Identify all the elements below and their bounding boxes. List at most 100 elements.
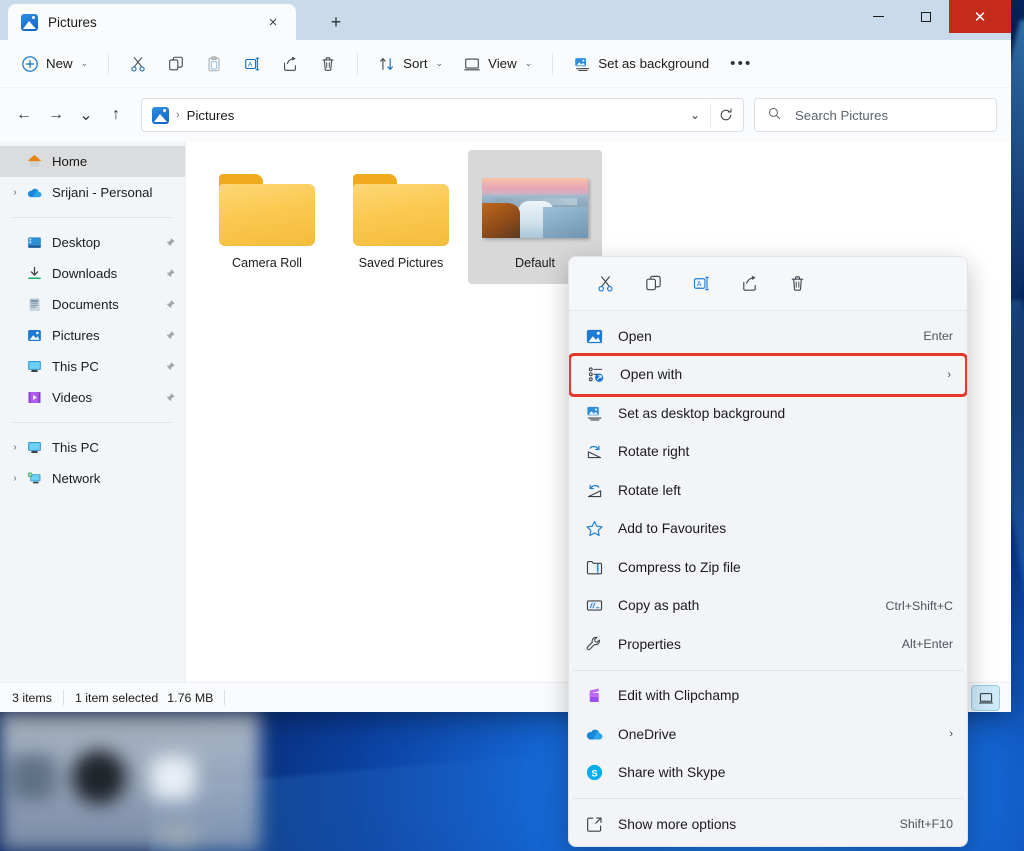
context-menu-item-properties[interactable]: Properties Alt+Enter (569, 625, 967, 664)
sidebar-item-this-pc[interactable]: › This PC (0, 432, 185, 463)
sidebar-item-label: Desktop (52, 235, 101, 250)
set-background-icon (573, 55, 591, 73)
rotate-right-icon (585, 442, 604, 461)
address-history-chevron-icon[interactable]: ⌄ (680, 99, 710, 131)
chevron-right-icon[interactable]: › (947, 369, 951, 381)
breadcrumb-separator: › (176, 109, 180, 121)
close-window-button[interactable]: ✕ (949, 0, 1011, 33)
context-menu-divider (573, 798, 963, 799)
context-menu-item-copy-as-path[interactable]: Copy as path Ctrl+Shift+C (569, 587, 967, 626)
context-menu-item-compress-to-zip[interactable]: Compress to Zip file (569, 548, 967, 587)
more-options-button[interactable]: ••• (720, 55, 762, 72)
share-button[interactable] (272, 48, 308, 80)
pin-icon[interactable] (165, 330, 176, 341)
sort-button[interactable]: Sort ⌄ (369, 48, 452, 80)
large-icons-view-icon[interactable] (971, 684, 1000, 711)
file-item-saved-pictures[interactable]: Saved Pictures (334, 150, 468, 284)
view-button[interactable]: View ⌄ (454, 48, 541, 80)
desktop-icons-blurred (0, 710, 260, 851)
context-menu-item-rotate-right[interactable]: Rotate right (569, 433, 967, 472)
context-menu-item-accelerator: Enter (923, 329, 953, 344)
divider (62, 690, 64, 705)
copy-icon[interactable] (629, 265, 677, 303)
paste-button[interactable] (196, 48, 232, 80)
open-with-icon (587, 365, 606, 384)
context-menu-item-share-with-skype[interactable]: S Share with Skype (569, 754, 967, 793)
svg-text:A: A (696, 280, 701, 288)
sidebar-divider (12, 217, 173, 218)
item-count: 3 items (12, 690, 52, 705)
sidebar-item-documents[interactable]: Documents (0, 289, 185, 320)
context-menu-item-add-to-favourites[interactable]: Add to Favourites (569, 510, 967, 549)
sidebar-item-pictures[interactable]: Pictures (0, 320, 185, 351)
context-menu-item-open-with[interactable]: Open with › (569, 352, 967, 397)
paste-icon (205, 55, 223, 73)
context-menu-item-show-more-options[interactable]: Show more options Shift+F10 (569, 805, 967, 844)
sidebar-item-label: This PC (52, 359, 99, 374)
rename-icon[interactable]: A (677, 265, 725, 303)
minimize-button[interactable] (855, 0, 902, 33)
share-icon[interactable] (725, 265, 773, 303)
address-bar[interactable]: › Pictures ⌄ (141, 98, 744, 132)
chevron-right-icon[interactable]: › (949, 728, 953, 740)
maximize-button[interactable] (902, 0, 949, 33)
divider (357, 52, 359, 75)
forward-button[interactable]: → (40, 99, 72, 131)
delete-button[interactable] (310, 48, 346, 80)
sidebar-item-network[interactable]: › Network (0, 463, 185, 494)
context-menu-item-rotate-left[interactable]: Rotate left (569, 471, 967, 510)
cut-icon[interactable] (581, 265, 629, 303)
pin-icon[interactable] (165, 237, 176, 248)
delete-icon[interactable] (773, 265, 821, 303)
chevron-right-icon[interactable]: › (4, 473, 26, 484)
set-as-background-button[interactable]: Set as background (564, 48, 718, 80)
context-menu-item-open[interactable]: Open Enter (569, 317, 967, 356)
back-button[interactable]: ← (8, 99, 40, 131)
sidebar-item-label: Home (52, 154, 88, 169)
context-menu-item-label: OneDrive (618, 726, 677, 742)
image-thumbnail (482, 178, 588, 238)
sidebar-item-videos[interactable]: Videos (0, 382, 185, 413)
window-controls: ✕ (855, 0, 1011, 33)
network-icon (26, 470, 43, 487)
new-button[interactable]: New ⌄ (12, 48, 97, 80)
divider (552, 52, 554, 75)
copy-button[interactable] (158, 48, 194, 80)
chevron-right-icon[interactable]: › (4, 187, 26, 198)
cut-button[interactable] (120, 48, 156, 80)
close-tab-icon[interactable]: × (260, 9, 286, 35)
sidebar-item-this-pc-pinned[interactable]: This PC (0, 351, 185, 382)
rename-icon: A (243, 55, 261, 73)
file-item-camera-roll[interactable]: Camera Roll (200, 150, 334, 284)
sort-button-label: Sort (403, 56, 428, 71)
tab-pictures[interactable]: Pictures × (8, 4, 296, 40)
sidebar-divider (12, 422, 173, 423)
context-menu-item-edit-with-clipchamp[interactable]: Edit with Clipchamp (569, 677, 967, 716)
sidebar-item-srijani-personal[interactable]: › Srijani - Personal (0, 177, 185, 208)
set-as-background-label: Set as background (598, 56, 710, 71)
sidebar-item-home[interactable]: Home (0, 146, 185, 177)
pictures-folder-icon (152, 106, 169, 124)
context-menu-item-label: Set as desktop background (618, 405, 786, 421)
pin-icon[interactable] (165, 392, 176, 403)
pin-icon[interactable] (165, 299, 176, 310)
search-input[interactable]: Search Pictures (754, 98, 997, 132)
context-menu-item-set-as-desktop-background[interactable]: Set as desktop background (569, 394, 967, 433)
chevron-right-icon[interactable]: › (4, 442, 26, 453)
sidebar-item-label: Documents (52, 297, 119, 312)
refresh-icon[interactable] (711, 99, 741, 131)
pin-icon[interactable] (165, 268, 176, 279)
context-menu-item-onedrive[interactable]: OneDrive › (569, 715, 967, 754)
up-button[interactable]: ↑ (100, 99, 132, 131)
new-tab-button[interactable]: + (318, 7, 354, 37)
sidebar-item-desktop[interactable]: Desktop (0, 227, 185, 258)
context-menu-item-label: Open (618, 328, 652, 344)
recent-locations-button[interactable]: ⌄ (72, 99, 100, 131)
command-bar: New ⌄ A Sort ⌄ View ⌄ Set as background … (0, 40, 1011, 88)
rotate-left-icon (585, 481, 604, 500)
rename-button[interactable]: A (234, 48, 270, 80)
pin-icon[interactable] (165, 361, 176, 372)
breadcrumb[interactable]: Pictures (187, 108, 680, 123)
sidebar-item-downloads[interactable]: Downloads (0, 258, 185, 289)
chevron-down-icon: ⌄ (435, 58, 444, 68)
